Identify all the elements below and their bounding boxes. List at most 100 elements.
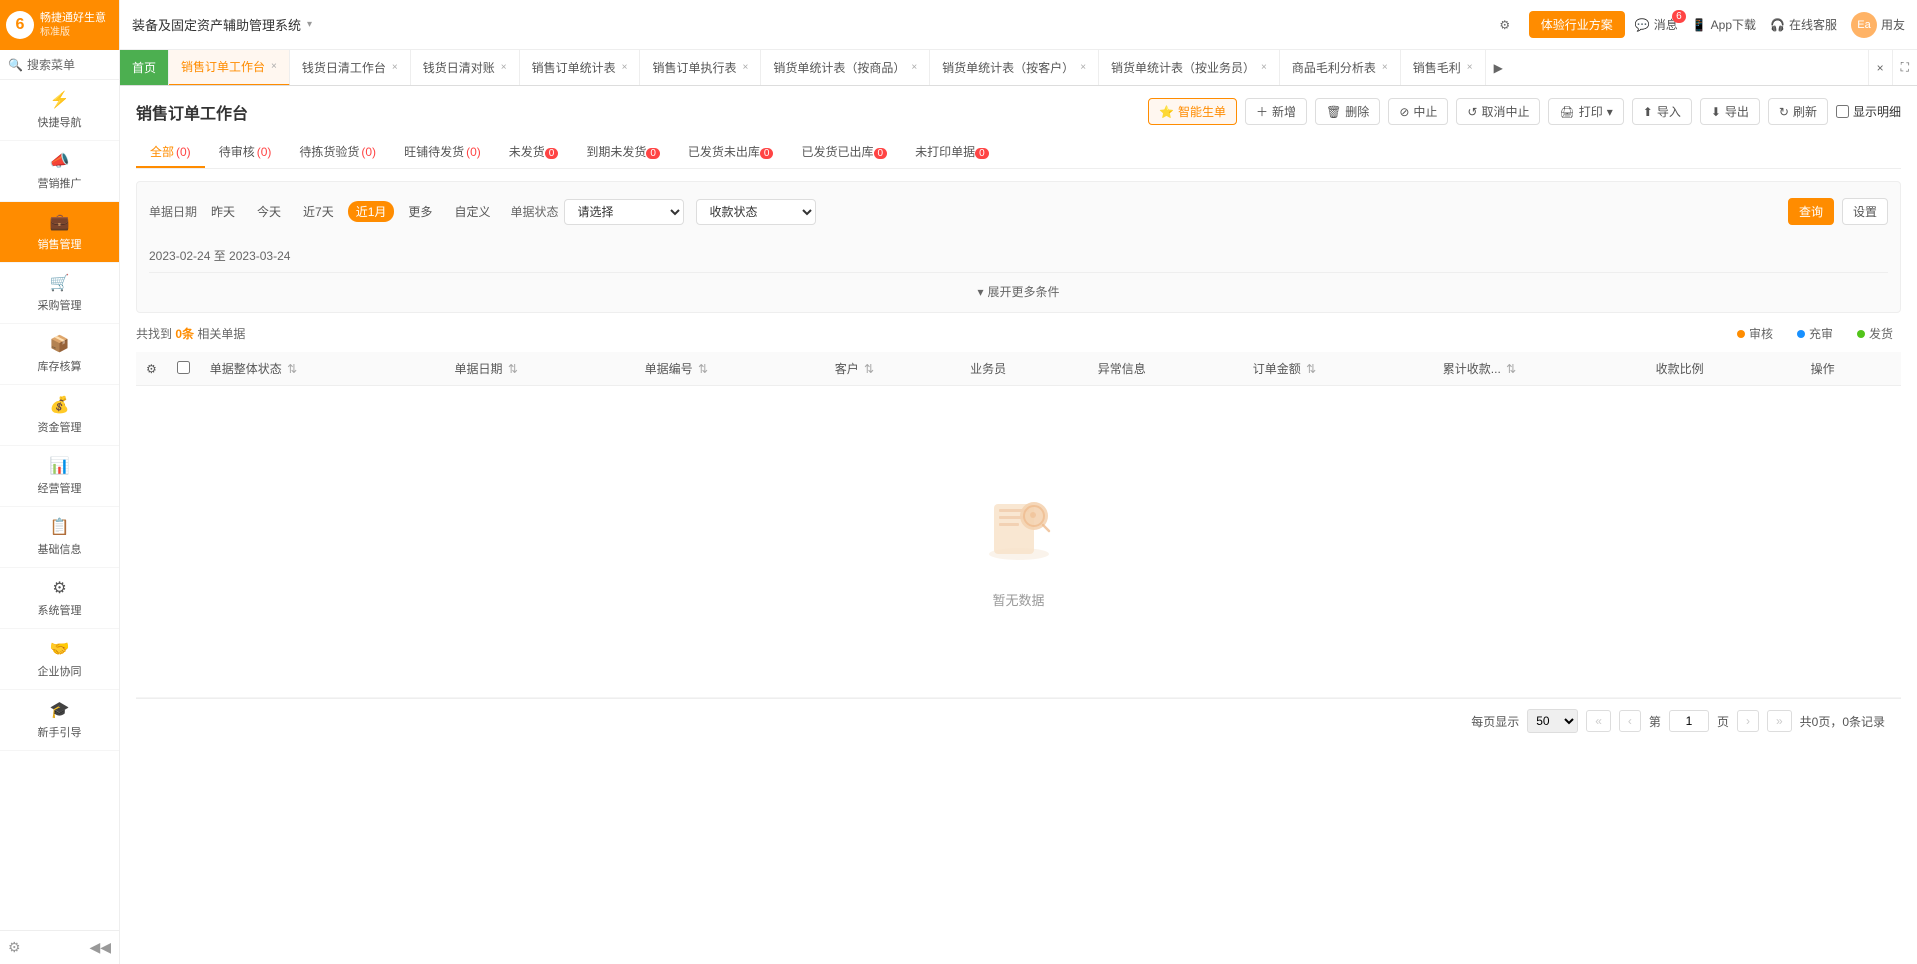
detail-checkbox-input[interactable] xyxy=(1836,105,1849,118)
sidebar-item-quicknav[interactable]: ⚡ 快捷导航 xyxy=(0,80,119,141)
cancel-stop-btn[interactable]: ↺ 取消中止 xyxy=(1456,98,1540,125)
ship-action-btn[interactable]: 发货 xyxy=(1849,323,1901,344)
tab-close-btn[interactable]: × xyxy=(911,62,917,73)
tab-sales-profit[interactable]: 销售毛利 × xyxy=(1401,50,1486,86)
tab-sales-order-workbench[interactable]: 销售订单工作台 × xyxy=(169,50,290,86)
experience-btn[interactable]: 体验行业方案 xyxy=(1529,11,1625,38)
filter-1month[interactable]: 近1月 xyxy=(348,201,395,222)
col-checkbox[interactable] xyxy=(167,352,200,386)
filter-settings-btn[interactable]: 设置 xyxy=(1842,198,1888,225)
sub-tab-not-printed[interactable]: 未打印单据0 xyxy=(901,137,1003,168)
prev-page-btn[interactable]: ‹ xyxy=(1619,710,1641,732)
tab-close-btn[interactable]: × xyxy=(1261,62,1267,73)
print-btn[interactable]: 🖨 打印 ▾ xyxy=(1548,98,1623,125)
tab-close-btn[interactable]: × xyxy=(271,61,277,72)
export-btn[interactable]: ⬇ 导出 xyxy=(1700,98,1760,125)
tab-more-btn[interactable]: ▶ xyxy=(1486,61,1511,75)
tab-close-btn[interactable]: × xyxy=(1382,62,1388,73)
sub-tab-shipped-not-out[interactable]: 已发货未出库0 xyxy=(674,137,788,168)
sidebar-item-sales[interactable]: 💼 销售管理 xyxy=(0,202,119,263)
sidebar-item-finance[interactable]: 💰 资金管理 xyxy=(0,385,119,446)
sort-icon[interactable]: ⇅ xyxy=(864,362,874,376)
collapse-icon[interactable]: ◀◀ xyxy=(89,939,111,956)
sidebar-item-inventory[interactable]: 📦 库存核算 xyxy=(0,324,119,385)
sort-icon[interactable]: ⇅ xyxy=(1506,362,1516,376)
tab-close-btn[interactable]: × xyxy=(1467,62,1473,73)
sub-tab-shipped-out[interactable]: 已发货已出库0 xyxy=(787,137,901,168)
page-size-select[interactable]: 50 10 20 100 xyxy=(1527,709,1578,733)
sidebar-item-system[interactable]: ⚙ 系统管理 xyxy=(0,568,119,629)
filter-more[interactable]: 更多 xyxy=(400,201,440,222)
search-icon: 🔍 xyxy=(8,58,23,72)
tab-sales-stats-customer[interactable]: 销货单统计表（按客户） × xyxy=(930,50,1099,86)
tab-cash-daily[interactable]: 钱货日清工作台 × xyxy=(290,50,411,86)
last-page-btn[interactable]: » xyxy=(1767,710,1792,732)
sidebar-item-operations[interactable]: 📊 经营管理 xyxy=(0,446,119,507)
col-settings[interactable]: ⚙ xyxy=(136,352,167,386)
first-page-btn[interactable]: « xyxy=(1586,710,1611,732)
sub-tab-not-shipped[interactable]: 未发货0 xyxy=(495,137,573,168)
tab-home[interactable]: 首页 xyxy=(120,50,169,86)
sub-tab-all[interactable]: 全部(0) xyxy=(136,137,205,168)
sort-icon[interactable]: ⇅ xyxy=(508,362,518,376)
filter-7days[interactable]: 近7天 xyxy=(295,201,342,222)
status-select[interactable]: 请选择 xyxy=(564,199,684,225)
expand-filter-row: ▾ 展开更多条件 xyxy=(149,272,1888,304)
cancel-review-action-btn[interactable]: 充审 xyxy=(1789,323,1841,344)
tab-label: 钱货日清对账 xyxy=(423,59,495,76)
search-menu[interactable]: 🔍 搜索菜单 xyxy=(0,50,119,80)
filter-yesterday[interactable]: 昨天 xyxy=(203,201,243,222)
expand-filter-btn[interactable]: ▾ 展开更多条件 xyxy=(969,279,1067,304)
sort-icon[interactable]: ⇅ xyxy=(1306,362,1316,376)
next-page-btn[interactable]: › xyxy=(1737,710,1759,732)
sidebar-item-enterprise[interactable]: 🤝 企业协同 xyxy=(0,629,119,690)
add-btn[interactable]: ＋ 新增 xyxy=(1245,98,1307,125)
tab-close-all-btn[interactable]: × xyxy=(1868,50,1892,86)
sub-tab-pending-inspect[interactable]: 待拣货验货(0) xyxy=(285,137,390,168)
page-number-input[interactable] xyxy=(1669,710,1709,732)
tab-close-btn[interactable]: × xyxy=(622,62,628,73)
tab-close-btn[interactable]: × xyxy=(501,62,507,73)
message-btn[interactable]: 💬 消息 6 xyxy=(1635,16,1678,33)
col-number: 单据编号 ⇅ xyxy=(635,352,825,386)
delete-btn[interactable]: 🗑 删除 xyxy=(1315,98,1380,125)
tab-sales-stats-staff[interactable]: 销货单统计表（按业务员） × xyxy=(1099,50,1280,86)
inventory-icon: 📦 xyxy=(50,334,70,354)
tab-close-btn[interactable]: × xyxy=(392,62,398,73)
review-action-btn[interactable]: 审核 xyxy=(1729,323,1781,344)
topbar-settings-btn[interactable]: ⚙ xyxy=(1491,11,1519,39)
show-detail-checkbox[interactable]: 显示明细 xyxy=(1836,103,1901,120)
sidebar-item-basic[interactable]: 📋 基础信息 xyxy=(0,507,119,568)
tab-sales-order-exec[interactable]: 销售订单执行表 × xyxy=(640,50,761,86)
empty-row: 暂无数据 xyxy=(136,386,1901,698)
tab-fullscreen-btn[interactable]: ⛶ xyxy=(1892,50,1917,86)
tabbar: 首页 销售订单工作台 × 钱货日清工作台 × 钱货日清对账 × 销售订单统计表 … xyxy=(120,50,1917,86)
settings-icon[interactable]: ⚙ xyxy=(8,939,21,956)
refresh-btn[interactable]: ↻ 刷新 xyxy=(1768,98,1828,125)
tab-product-margin[interactable]: 商品毛利分析表 × xyxy=(1280,50,1401,86)
sub-tab-wangpu[interactable]: 旺铺待发货(0) xyxy=(390,137,495,168)
filter-today[interactable]: 今天 xyxy=(249,201,289,222)
sub-tab-overdue[interactable]: 到期未发货0 xyxy=(572,137,674,168)
import-btn[interactable]: ⬆ 导入 xyxy=(1632,98,1692,125)
tab-sales-order-stats[interactable]: 销售订单统计表 × xyxy=(520,50,641,86)
user-menu-btn[interactable]: Ea 用友 xyxy=(1851,12,1905,38)
smart-create-btn[interactable]: ⭐ 智能生单 xyxy=(1148,98,1237,125)
sidebar-item-purchase[interactable]: 🛒 采购管理 xyxy=(0,263,119,324)
sidebar-item-marketing[interactable]: 📣 营销推广 xyxy=(0,141,119,202)
tab-sales-stats-product[interactable]: 销货单统计表（按商品） × xyxy=(761,50,930,86)
sort-icon[interactable]: ⇅ xyxy=(287,362,297,376)
select-all-checkbox[interactable] xyxy=(177,361,190,374)
tab-cash-reconcile[interactable]: 钱货日清对账 × xyxy=(411,50,520,86)
query-btn[interactable]: 查询 xyxy=(1788,198,1834,225)
payment-status-select[interactable]: 收款状态 xyxy=(696,199,816,225)
sidebar-item-guide[interactable]: 🎓 新手引导 xyxy=(0,690,119,751)
app-download-btn[interactable]: 📱 App下载 xyxy=(1692,16,1756,33)
online-service-btn[interactable]: 🎧 在线客服 xyxy=(1770,16,1837,33)
sub-tab-pending-review[interactable]: 待审核(0) xyxy=(205,137,286,168)
tab-close-btn[interactable]: × xyxy=(742,62,748,73)
tab-close-btn[interactable]: × xyxy=(1080,62,1086,73)
sort-icon[interactable]: ⇅ xyxy=(698,362,708,376)
filter-custom[interactable]: 自定义 xyxy=(446,201,498,222)
stop-btn[interactable]: ⊘ 中止 xyxy=(1388,98,1448,125)
